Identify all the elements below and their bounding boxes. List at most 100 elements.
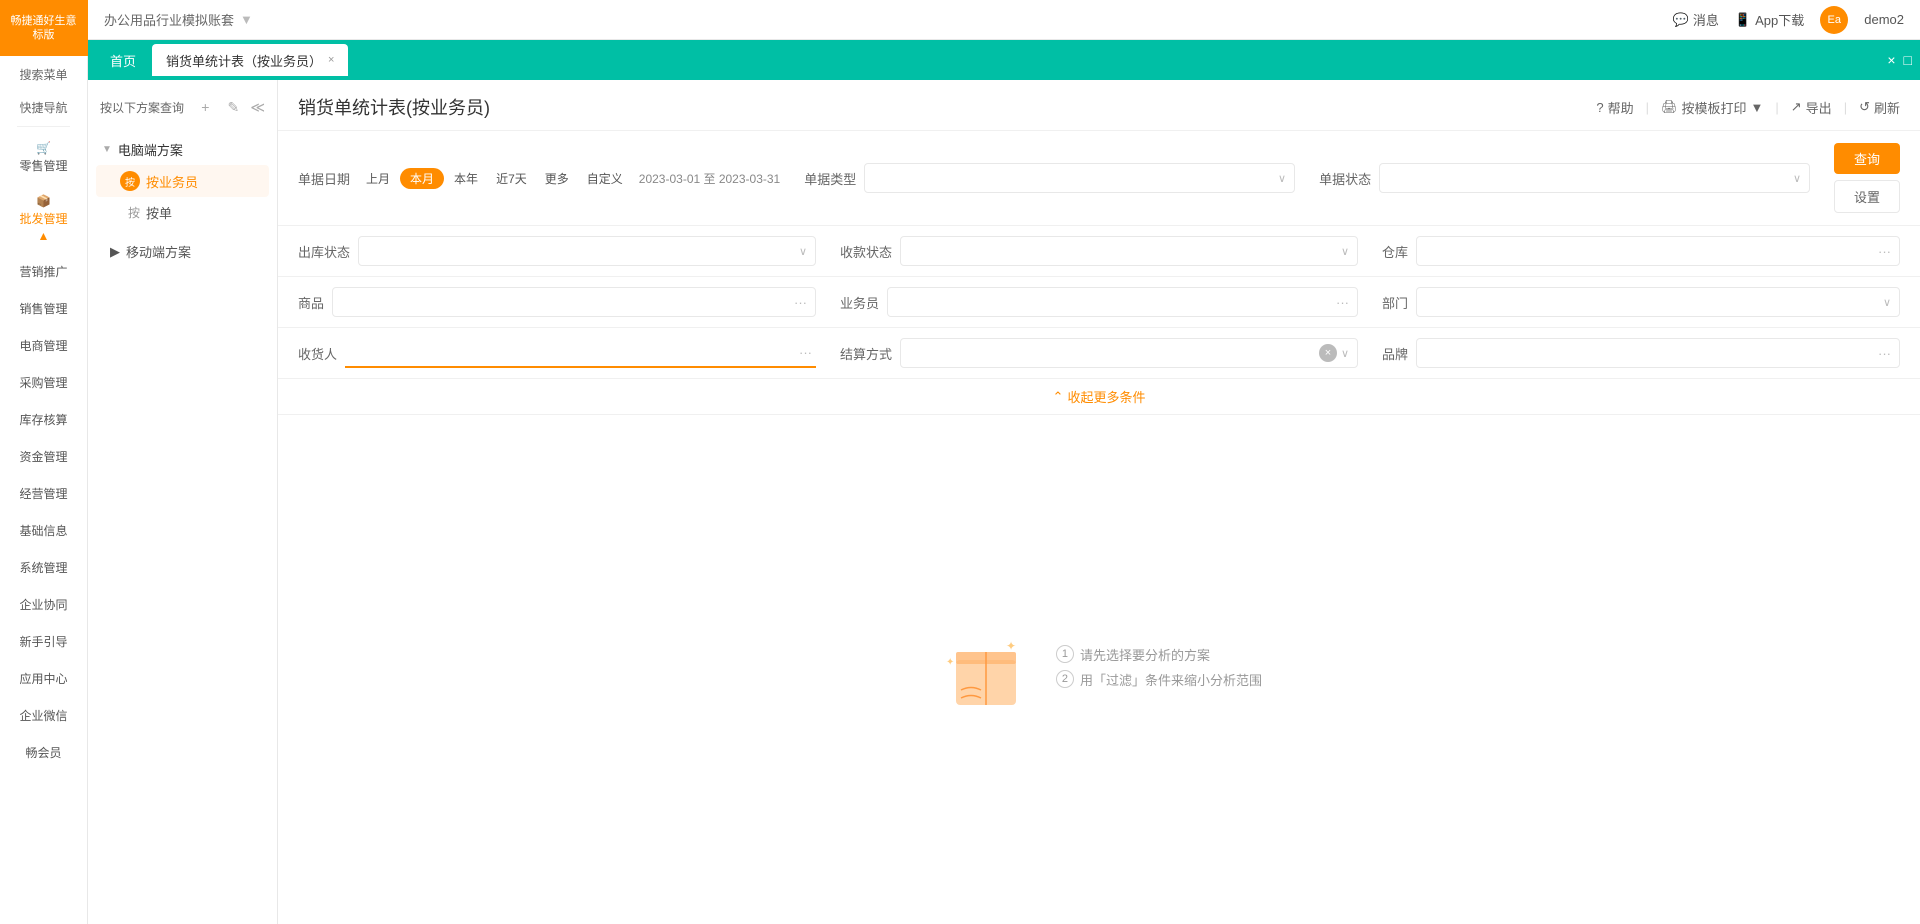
out-status-label: 出库状态: [298, 242, 350, 261]
date-btn-last-month[interactable]: 上月: [358, 168, 398, 189]
query-button[interactable]: 查询: [1834, 143, 1900, 174]
date-label: 单据日期: [298, 169, 350, 188]
sidebar-item-retail[interactable]: 🛒 零售管理: [0, 131, 87, 184]
out-status-arrow: ∨: [799, 245, 807, 258]
left-panel-add-icon[interactable]: +: [194, 96, 216, 118]
topbar-right: 💬 消息 📱 App下载 Ea demo2: [1673, 6, 1904, 34]
warehouse-dots: ···: [1878, 244, 1891, 259]
sidebar-item-ecommerce[interactable]: 电商管理: [0, 327, 87, 364]
salesperson-dots: ···: [1336, 295, 1349, 310]
date-btn-custom[interactable]: 自定义: [579, 168, 631, 189]
consignee-dots: ···: [799, 345, 812, 360]
date-btn-more[interactable]: 更多: [537, 168, 577, 189]
sidebar-item-inventory[interactable]: 库存核算: [0, 401, 87, 438]
sidebar-item-finance[interactable]: 资金管理: [0, 438, 87, 475]
settlement-arrow: ∨: [1341, 347, 1349, 360]
dept-arrow: ∨: [1883, 296, 1891, 309]
print-dropdown-icon: ▼: [1751, 100, 1764, 115]
date-btn-this-month[interactable]: 本月: [400, 168, 444, 189]
sidebar-logo-subtext: 标版: [33, 28, 55, 42]
goods-dots: ···: [794, 295, 807, 310]
sidebar-item-system[interactable]: 系统管理: [0, 549, 87, 586]
left-panel-edit-icon[interactable]: ✎: [222, 96, 244, 118]
main-area: 办公用品行业模拟账套 ▼ 💬 消息 📱 App下载 Ea demo2 首页 销货…: [88, 0, 1920, 924]
retail-icon: 🛒: [36, 141, 51, 155]
topbar-username[interactable]: demo2: [1864, 12, 1904, 27]
tree-desktop-parent[interactable]: ▼ 电脑端方案: [96, 134, 269, 165]
topbar-avatar: Ea: [1820, 6, 1848, 34]
doc-type-select[interactable]: ∨: [864, 163, 1295, 193]
order-icon: 按: [128, 204, 140, 221]
tab-home[interactable]: 首页: [96, 44, 150, 76]
sidebar-item-wholesale[interactable]: 📦 批发管理 ▲: [0, 184, 87, 253]
topbar-title[interactable]: 办公用品行业模拟账套 ▼: [104, 10, 253, 29]
sidebar-item-marketing[interactable]: 营销推广: [0, 253, 87, 290]
help-btn[interactable]: ? 帮助: [1596, 98, 1633, 117]
dept-select[interactable]: ∨: [1416, 287, 1900, 317]
goods-input[interactable]: ···: [332, 287, 816, 317]
sidebar-item-wechat[interactable]: 企业微信: [0, 697, 87, 734]
export-btn[interactable]: ↗ 导出: [1791, 98, 1832, 117]
topbar-message-btn[interactable]: 💬 消息: [1673, 10, 1719, 29]
sidebar-logo: 畅捷通好生意 标版: [0, 0, 88, 56]
date-range-text: 2023-03-01 至 2023-03-31: [639, 170, 780, 187]
tree-child-salesperson[interactable]: 按 按业务员: [96, 165, 269, 197]
doc-status-label: 单据状态: [1319, 169, 1371, 188]
tab-close-icon[interactable]: ×: [328, 54, 334, 66]
refresh-icon: ↺: [1859, 99, 1870, 115]
tab-expand-area: × □: [1887, 52, 1912, 68]
refresh-btn[interactable]: ↺ 刷新: [1859, 98, 1900, 117]
payment-status-select[interactable]: ∨: [900, 236, 1358, 266]
settlement-select[interactable]: × ∨: [900, 338, 1358, 368]
sidebar-item-apps[interactable]: 应用中心: [0, 660, 87, 697]
goods-label: 商品: [298, 293, 324, 312]
settings-button[interactable]: 设置: [1834, 180, 1900, 213]
page-actions: ? 帮助 | 🖨 按模板打印 ▼ | ↗ 导出 |: [1596, 98, 1900, 117]
collapse-btn[interactable]: ⌃ 收起更多条件: [1053, 387, 1146, 406]
tree-mobile-label: 移动端方案: [126, 242, 191, 261]
tab-fullscreen-icon[interactable]: □: [1904, 52, 1912, 68]
date-btn-7days[interactable]: 近7天: [488, 168, 535, 189]
sidebar-divider: [17, 126, 69, 127]
date-btn-this-year[interactable]: 本年: [446, 168, 486, 189]
sidebar-item-basic[interactable]: 基础信息: [0, 512, 87, 549]
tree-mobile-parent[interactable]: ▶ 移动端方案: [104, 236, 269, 267]
dept-label: 部门: [1382, 293, 1408, 312]
help-icon: ?: [1596, 100, 1603, 115]
settlement-clear-btn[interactable]: ×: [1319, 344, 1337, 362]
sidebar: 畅捷通好生意 标版 搜索菜单 快捷导航 🛒 零售管理 📦 批发管理 ▲ 营销推广…: [0, 0, 88, 924]
tree-desktop-group: ▼ 电脑端方案 按 按业务员 按 按单: [96, 134, 269, 228]
doc-status-select[interactable]: ∨: [1379, 163, 1810, 193]
wholesale-icon: 📦: [36, 194, 51, 208]
sidebar-item-enterprise[interactable]: 企业协同: [0, 586, 87, 623]
print-btn[interactable]: 🖨 按模板打印 ▼: [1661, 98, 1763, 117]
sidebar-item-purchase[interactable]: 采购管理: [0, 364, 87, 401]
date-buttons: 上月 本月 本年 近7天 更多 自定义: [358, 168, 631, 189]
tab-active[interactable]: 销货单统计表（按业务员） ×: [152, 44, 348, 76]
export-icon: ↗: [1791, 99, 1802, 115]
sidebar-item-member[interactable]: 畅会员: [0, 734, 87, 771]
tab-close-all-icon[interactable]: ×: [1887, 52, 1895, 68]
warehouse-label: 仓库: [1382, 242, 1408, 261]
topbar-app-download-btn[interactable]: 📱 App下载: [1735, 10, 1804, 29]
sidebar-item-sales[interactable]: 销售管理: [0, 290, 87, 327]
out-status-select[interactable]: ∨: [358, 236, 816, 266]
consignee-input[interactable]: ···: [345, 338, 816, 368]
print-icon: 🖨: [1661, 99, 1678, 115]
left-panel-collapse-icon[interactable]: ≪: [250, 99, 265, 116]
tabbar: 首页 销货单统计表（按业务员） × × □: [88, 40, 1920, 80]
sidebar-nav[interactable]: 快捷导航: [0, 93, 87, 122]
warehouse-input[interactable]: ···: [1416, 236, 1900, 266]
svg-text:✦: ✦: [1006, 639, 1016, 653]
tree-child-salesperson-label: 按业务员: [146, 172, 198, 191]
payment-status-label: 收款状态: [840, 242, 892, 261]
brand-input[interactable]: ···: [1416, 338, 1900, 368]
doc-type-label: 单据类型: [804, 169, 856, 188]
sidebar-search[interactable]: 搜索菜单: [0, 56, 87, 93]
left-panel: 按以下方案查询 + ✎ ≪ ▼ 电脑端方案 按 按业务员 按 按单: [88, 80, 278, 924]
salesperson-input[interactable]: ···: [887, 287, 1358, 317]
message-icon: 💬: [1673, 12, 1689, 28]
sidebar-item-operations[interactable]: 经营管理: [0, 475, 87, 512]
tree-child-order[interactable]: 按 按单: [96, 197, 269, 228]
sidebar-item-newbie[interactable]: 新手引导: [0, 623, 87, 660]
